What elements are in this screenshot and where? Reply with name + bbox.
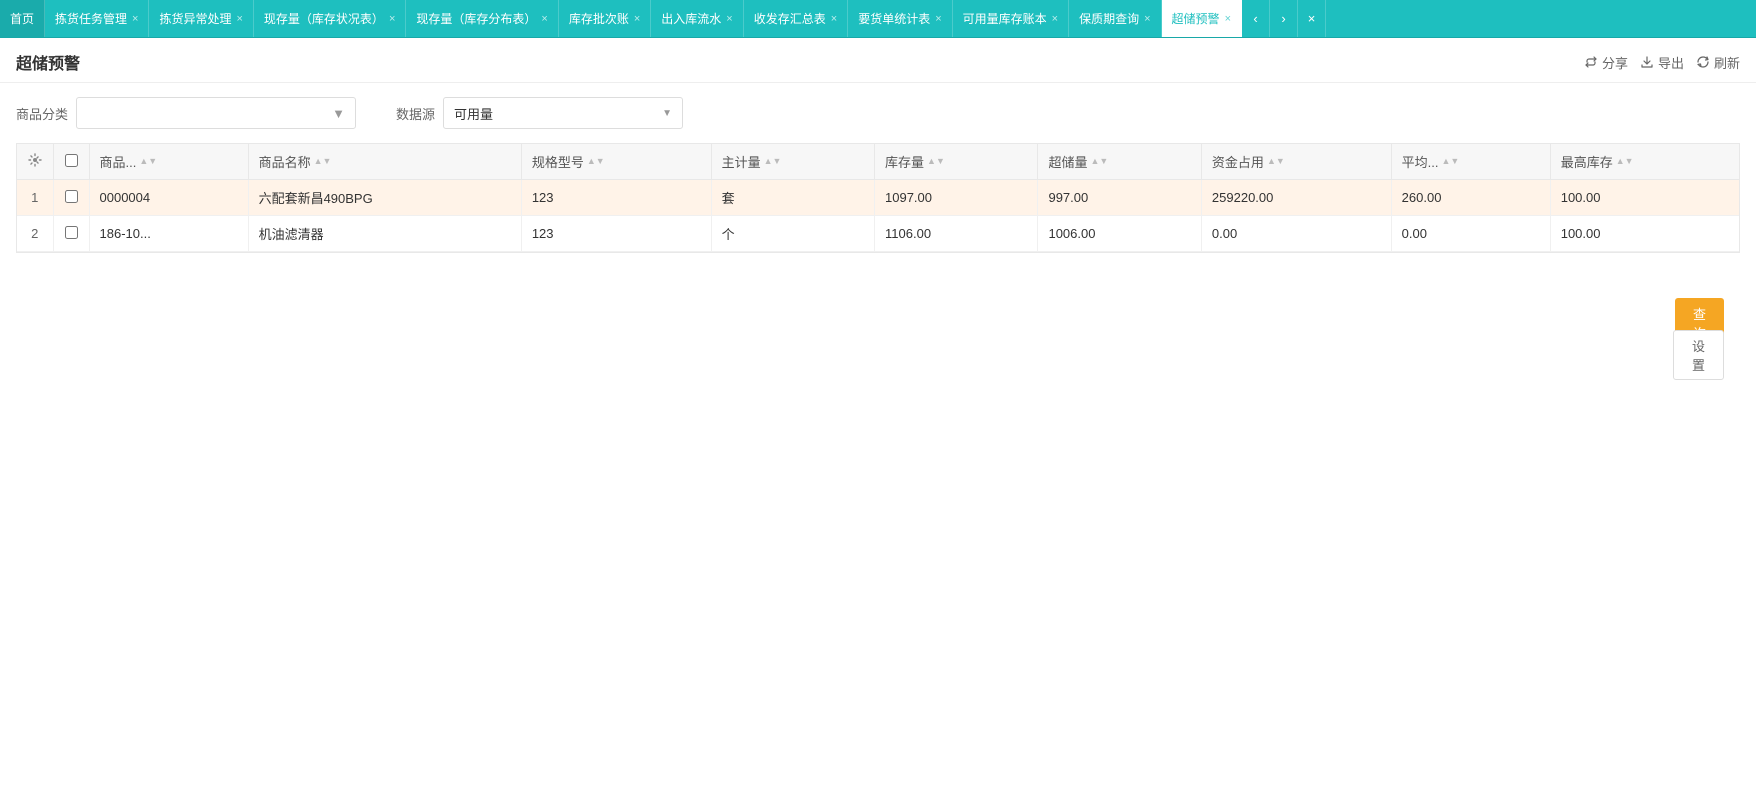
chevron-down-icon: ▼ [332,106,345,121]
cell-unit: 个 [711,216,874,252]
tab-quality-check[interactable]: 保质期查询 × [1069,0,1161,37]
top-navigation: 首页 拣货任务管理 × 拣货异常处理 × 现存量（库存状况表） × 现存量（库存… [0,0,1756,38]
th-unit[interactable]: 主计量 ▲▼ [711,144,874,180]
th-max-stock[interactable]: 最高库存 ▲▼ [1550,144,1739,180]
row-number: 1 [17,180,53,216]
cell-stock: 1097.00 [875,180,1038,216]
tab-batch-account[interactable]: 库存批次账 × [559,0,651,37]
tab-order-stats[interactable]: 要货单统计表 × [848,0,952,37]
share-icon [1584,55,1598,69]
select-all-checkbox[interactable] [65,154,78,167]
export-icon [1640,55,1654,69]
th-spec[interactable]: 规格型号 ▲▼ [521,144,711,180]
close-tab-inout-flow[interactable]: × [726,13,732,25]
filter-area: 商品分类 ▼ 数据源 可用量 ▼ [0,83,1756,143]
nav-arrow-left[interactable]: ‹ [1242,0,1270,37]
page-title: 超储预警 [16,50,80,74]
tab-stock-status[interactable]: 现存量（库存状况表） × [254,0,406,37]
datasource-label: 数据源 [396,104,435,123]
cell-overstock: 1006.00 [1038,216,1201,252]
cell-stock: 1106.00 [875,216,1038,252]
category-filter: 商品分类 ▼ [16,97,356,129]
th-avg[interactable]: 平均... ▲▼ [1391,144,1550,180]
close-tab-order-stats[interactable]: × [935,13,941,25]
th-product-name[interactable]: 商品名称 ▲▼ [248,144,521,180]
th-gear [17,144,53,180]
tab-overstock-warning[interactable]: 超储预警 × [1162,0,1242,37]
category-label: 商品分类 [16,104,68,123]
cell-overstock: 997.00 [1038,180,1201,216]
cell-spec: 123 [521,180,711,216]
th-capital[interactable]: 资金占用 ▲▼ [1201,144,1391,180]
table-header-row: 商品... ▲▼ 商品名称 ▲▼ 规格型号 ▲▼ [17,144,1739,180]
settings-button[interactable]: 设置 [1673,330,1724,380]
tab-abnormal[interactable]: 拣货异常处理 × [149,0,253,37]
row-checkbox-cell [53,180,89,216]
main-content: 超储预警 分享 导出 刷新 商品 [0,38,1756,800]
row-checkbox[interactable] [65,190,78,203]
cell-capital: 0.00 [1201,216,1391,252]
tab-task-mgmt[interactable]: 拣货任务管理 × [45,0,149,37]
close-tab-quality-check[interactable]: × [1144,13,1150,25]
th-product-code[interactable]: 商品... ▲▼ [89,144,248,180]
table-row: 1 0000004 六配套新昌490BPG 123 套 1097.00 997.… [17,180,1739,216]
refresh-button[interactable]: 刷新 [1696,53,1740,72]
data-table: 商品... ▲▼ 商品名称 ▲▼ 规格型号 ▲▼ [17,144,1739,252]
row-checkbox-cell [53,216,89,252]
page-header: 超储预警 分享 导出 刷新 [0,38,1756,83]
export-button[interactable]: 导出 [1640,53,1684,72]
share-button[interactable]: 分享 [1584,53,1628,72]
cell-max-stock: 100.00 [1550,180,1739,216]
th-overstock[interactable]: 超储量 ▲▼ [1038,144,1201,180]
tab-inout-flow[interactable]: 出入库流水 × [651,0,743,37]
th-checkbox [53,144,89,180]
cell-unit: 套 [711,180,874,216]
tab-stock-dist[interactable]: 现存量（库存分布表） × [406,0,558,37]
th-stock[interactable]: 库存量 ▲▼ [875,144,1038,180]
cell-avg: 0.00 [1391,216,1550,252]
datasource-chevron-icon: ▼ [662,108,672,119]
tab-home[interactable]: 首页 [0,0,45,37]
close-tab-available-account[interactable]: × [1052,13,1058,25]
row-number: 2 [17,216,53,252]
header-actions: 分享 导出 刷新 [1584,53,1740,72]
cell-product-code: 186-10... [89,216,248,252]
nav-arrow-close[interactable]: × [1298,0,1326,37]
tab-collect-summary[interactable]: 收发存汇总表 × [744,0,848,37]
cell-product-name: 机油滤清器 [248,216,521,252]
close-tab-abnormal[interactable]: × [236,13,242,25]
close-tab-overstock-warning[interactable]: × [1225,13,1231,25]
category-select[interactable]: ▼ [76,97,356,129]
cell-max-stock: 100.00 [1550,216,1739,252]
table-row: 2 186-10... 机油滤清器 123 个 1106.00 1006.00 … [17,216,1739,252]
cell-capital: 259220.00 [1201,180,1391,216]
nav-arrow-right[interactable]: › [1270,0,1298,37]
refresh-icon [1696,55,1710,69]
row-checkbox[interactable] [65,226,78,239]
cell-avg: 260.00 [1391,180,1550,216]
close-tab-batch-account[interactable]: × [634,13,640,25]
datasource-filter: 数据源 可用量 ▼ [396,97,683,129]
close-tab-stock-status[interactable]: × [389,13,395,25]
gear-icon [28,153,42,167]
datasource-select[interactable]: 可用量 ▼ [443,97,683,129]
close-tab-task-mgmt[interactable]: × [132,13,138,25]
close-tab-stock-dist[interactable]: × [541,13,547,25]
cell-product-code: 0000004 [89,180,248,216]
cell-spec: 123 [521,216,711,252]
data-table-wrapper: 商品... ▲▼ 商品名称 ▲▼ 规格型号 ▲▼ [16,143,1740,253]
close-tab-collect-summary[interactable]: × [831,13,837,25]
tab-available-account[interactable]: 可用量库存账本 × [953,0,1069,37]
cell-product-name: 六配套新昌490BPG [248,180,521,216]
datasource-value: 可用量 [454,104,493,123]
